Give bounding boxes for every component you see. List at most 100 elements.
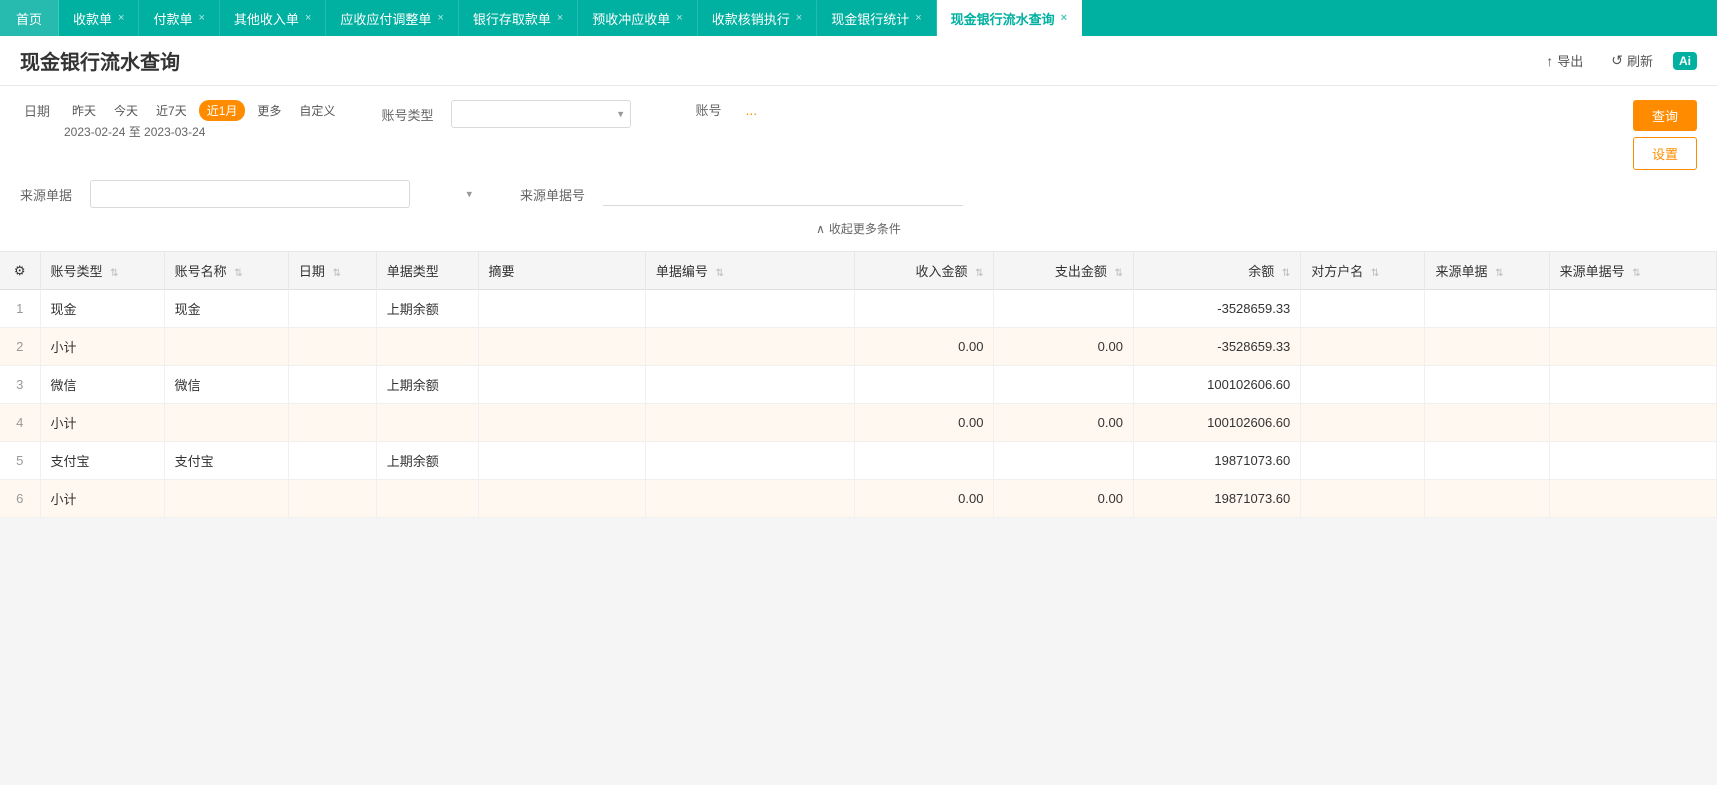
- nav-tab-liushui-active[interactable]: 现金银行流水查询 ×: [937, 0, 1082, 36]
- cell-date: [288, 328, 376, 366]
- table-row[interactable]: 5 支付宝 支付宝 上期余额 19871073.60: [0, 442, 1717, 480]
- col-date[interactable]: 日期 ⇅: [288, 252, 376, 290]
- col-gear[interactable]: ⚙: [0, 252, 40, 290]
- date-btn-1month[interactable]: 近1月: [199, 100, 246, 121]
- cell-income: [855, 442, 994, 480]
- query-button[interactable]: 查询: [1633, 100, 1697, 131]
- source-doc-select[interactable]: [90, 180, 410, 208]
- date-btn-today[interactable]: 今天: [108, 100, 144, 121]
- col-source-doc-no[interactable]: 来源单据号 ⇅: [1549, 252, 1716, 290]
- nav-tab-xianjinyinhang-tongji[interactable]: 现金银行统计 ×: [817, 0, 936, 36]
- sort-icon: ⇅: [1115, 268, 1123, 279]
- col-income[interactable]: 收入金额 ⇅: [855, 252, 994, 290]
- cell-expense: [994, 290, 1133, 328]
- settings-button[interactable]: 设置: [1633, 137, 1697, 170]
- col-expense-label: 支出金额: [1055, 264, 1107, 279]
- gear-icon[interactable]: ⚙: [14, 263, 26, 278]
- col-expense[interactable]: 支出金额 ⇅: [994, 252, 1133, 290]
- cell-income: 0.00: [855, 328, 994, 366]
- collapse-label: 收起更多条件: [829, 220, 901, 237]
- ai-badge[interactable]: Ai: [1673, 52, 1697, 70]
- nav-tab-yushou[interactable]: 预收冲应收单 ×: [578, 0, 697, 36]
- cell-doc-type: [376, 328, 478, 366]
- close-icon[interactable]: ×: [437, 12, 443, 24]
- nav-tab-yingshouyingfu[interactable]: 应收应付调整单 ×: [326, 0, 458, 36]
- close-icon[interactable]: ×: [915, 12, 921, 24]
- close-icon[interactable]: ×: [118, 12, 124, 24]
- col-balance[interactable]: 余额 ⇅: [1133, 252, 1300, 290]
- nav-tab-label: 其他收入单: [234, 9, 299, 28]
- col-doc-no-label: 单据编号: [656, 264, 708, 279]
- close-icon[interactable]: ×: [1061, 12, 1067, 24]
- close-icon[interactable]: ×: [305, 12, 311, 24]
- nav-tab-shoukuanxiaoxiao[interactable]: 收款核销执行 ×: [698, 0, 817, 36]
- cell-account-name: 微信: [164, 366, 288, 404]
- close-icon[interactable]: ×: [796, 12, 802, 24]
- cell-source-doc: [1425, 404, 1549, 442]
- close-icon[interactable]: ×: [557, 12, 563, 24]
- col-doc-no[interactable]: 单据编号 ⇅: [645, 252, 854, 290]
- filter-area: 日期 昨天 今天 近7天 近1月 更多 自定义 2023-02-24 至 202…: [0, 86, 1717, 252]
- collapse-bar[interactable]: ∧ 收起更多条件: [20, 216, 1697, 243]
- col-doc-type[interactable]: 单据类型: [376, 252, 478, 290]
- cell-date: [288, 404, 376, 442]
- col-account-name-label: 账号名称: [175, 264, 227, 279]
- nav-tab-yinhang[interactable]: 银行存取款单 ×: [459, 0, 578, 36]
- cell-counterparty: [1301, 404, 1425, 442]
- nav-home-label: 首页: [16, 9, 42, 28]
- cell-doc-no: [645, 328, 854, 366]
- cell-source-doc-no: [1549, 480, 1716, 518]
- account-type-select[interactable]: 现金 微信 支付宝: [451, 100, 631, 128]
- col-summary[interactable]: 摘要: [478, 252, 645, 290]
- refresh-button[interactable]: ↺ 刷新: [1603, 47, 1661, 74]
- sort-icon: ⇅: [110, 268, 118, 279]
- col-source-doc[interactable]: 来源单据 ⇅: [1425, 252, 1549, 290]
- close-icon[interactable]: ×: [676, 12, 682, 24]
- account-type-label: 账号类型: [381, 105, 433, 124]
- nav-tab-fukuan[interactable]: 付款单 ×: [139, 0, 219, 36]
- cell-expense: [994, 442, 1133, 480]
- cell-doc-type: 上期余额: [376, 290, 478, 328]
- date-btn-7days[interactable]: 近7天: [150, 100, 193, 121]
- sort-icon: ⇅: [975, 268, 983, 279]
- table-row[interactable]: 3 微信 微信 上期余额 100102606.60: [0, 366, 1717, 404]
- cell-doc-no: [645, 366, 854, 404]
- date-btn-custom[interactable]: 自定义: [293, 100, 341, 121]
- date-btn-yesterday[interactable]: 昨天: [66, 100, 102, 121]
- table-body: 1 现金 现金 上期余额 -3528659.33 2 小计 0.00 0.00 …: [0, 290, 1717, 518]
- table-row[interactable]: 2 小计 0.00 0.00 -3528659.33: [0, 328, 1717, 366]
- cell-counterparty: [1301, 366, 1425, 404]
- date-options: 昨天 今天 近7天 近1月 更多 自定义: [66, 100, 341, 121]
- nav-home[interactable]: 首页: [0, 0, 59, 36]
- cell-account-type: 小计: [40, 328, 164, 366]
- nav-tab-label: 预收冲应收单: [592, 9, 670, 28]
- cell-source-doc: [1425, 480, 1549, 518]
- source-doc-no-input[interactable]: [603, 182, 963, 206]
- nav-tab-qita[interactable]: 其他收入单 ×: [220, 0, 326, 36]
- cell-source-doc-no: [1549, 404, 1716, 442]
- nav-tab-label: 现金银行流水查询: [951, 9, 1055, 28]
- cell-doc-no: [645, 480, 854, 518]
- date-btn-more[interactable]: 更多: [251, 100, 287, 121]
- close-icon[interactable]: ×: [198, 12, 204, 24]
- cell-account-name: [164, 328, 288, 366]
- action-buttons: 查询 设置: [1633, 100, 1697, 170]
- col-counterparty[interactable]: 对方户名 ⇅: [1301, 252, 1425, 290]
- col-account-type[interactable]: 账号类型 ⇅: [40, 252, 164, 290]
- table-row[interactable]: 6 小计 0.00 0.00 19871073.60: [0, 480, 1717, 518]
- cell-income: [855, 290, 994, 328]
- cell-balance: -3528659.33: [1133, 290, 1300, 328]
- row-num: 6: [0, 480, 40, 518]
- col-account-name[interactable]: 账号名称 ⇅: [164, 252, 288, 290]
- cell-summary: [478, 366, 645, 404]
- nav-tab-shoukuan[interactable]: 收款单 ×: [59, 0, 139, 36]
- export-button[interactable]: ↑ 导出: [1538, 47, 1591, 74]
- cell-balance: 100102606.60: [1133, 366, 1300, 404]
- cell-account-name: [164, 480, 288, 518]
- table-row[interactable]: 1 现金 现金 上期余额 -3528659.33: [0, 290, 1717, 328]
- account-ellipsis-btn[interactable]: ...: [739, 102, 763, 118]
- sort-icon: ⇅: [1632, 268, 1640, 279]
- cell-doc-type: 上期余额: [376, 442, 478, 480]
- cell-date: [288, 480, 376, 518]
- table-row[interactable]: 4 小计 0.00 0.00 100102606.60: [0, 404, 1717, 442]
